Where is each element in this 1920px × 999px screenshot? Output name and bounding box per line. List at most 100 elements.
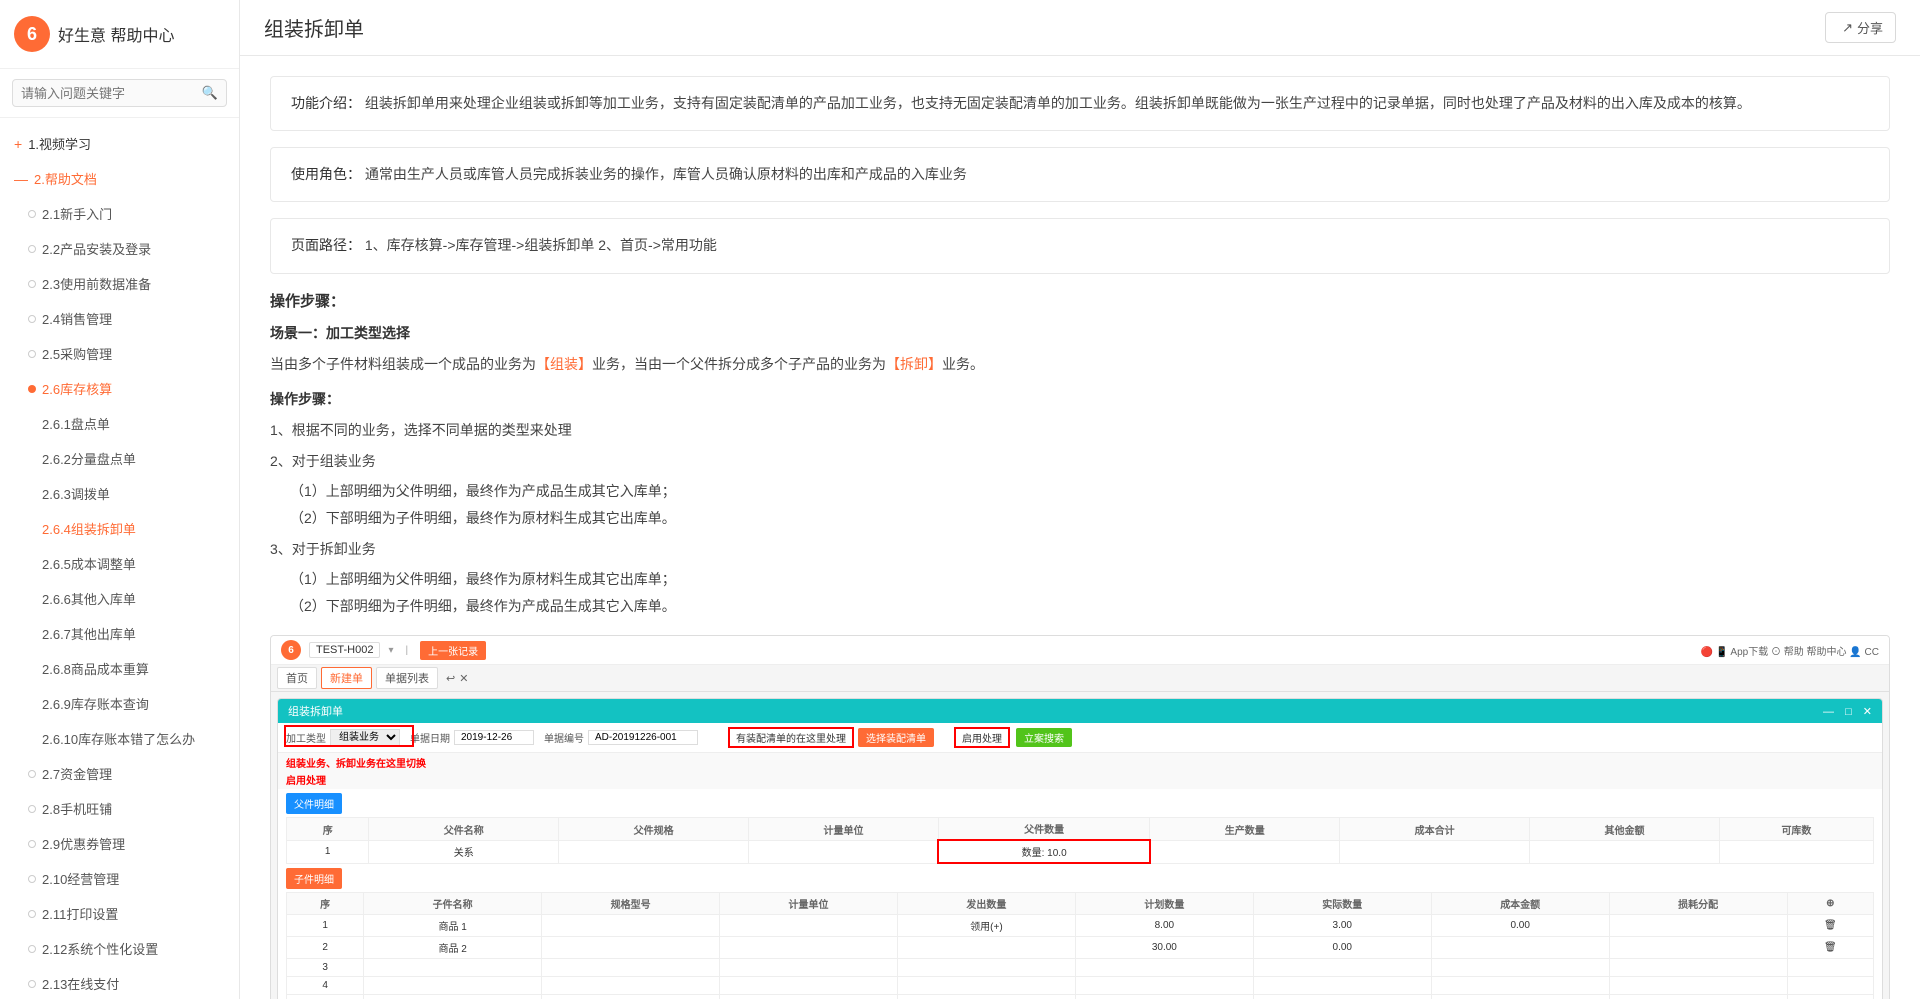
sidebar-item-2-11[interactable]: 2.11打印设置 xyxy=(0,896,239,931)
sidebar-item-2-6-10[interactable]: 2.6.10库存账本错了怎么办 xyxy=(0,721,239,756)
mock-docnum-input[interactable] xyxy=(588,730,698,745)
sidebar-item-2-6-8[interactable]: 2.6.8商品成本重算 xyxy=(0,651,239,686)
sidebar-item-2-6-9[interactable]: 2.6.9库存账本查询 xyxy=(0,686,239,721)
mock-child-col-10: ⊕ xyxy=(1787,893,1873,915)
nav-list: + 1.视频学习 — 2.帮助文档 2.1新手入门 2.2产品安装及登录 2.3… xyxy=(0,118,239,999)
mock-cell xyxy=(1253,977,1431,995)
mock-store-id: TEST-H002 xyxy=(309,642,380,658)
mock-close-icon[interactable]: ✕ xyxy=(459,672,468,685)
sidebar-item-2-1[interactable]: 2.1新手入门 xyxy=(0,196,239,231)
path-block: 页面路径： 1、库存核算->库存管理->组装拆卸单 2、首页->常用功能 xyxy=(270,218,1890,273)
mock-prev-btn[interactable]: 上一张记录 xyxy=(420,641,486,660)
mock-tab-home[interactable]: 首页 xyxy=(277,667,317,689)
sidebar-item-2-6-2[interactable]: 2.6.2分量盘点单 xyxy=(0,441,239,476)
mock-child-section: 子件明细 序 子件名称 规格型号 计量单位 发出数量 计划数量 xyxy=(278,864,1882,999)
mock-tab-new[interactable]: 新建单 xyxy=(321,667,372,689)
sidebar-item-videos[interactable]: + 1.视频学习 xyxy=(0,126,239,161)
mock-cell xyxy=(364,977,542,995)
sidebar-item-2-6-3[interactable]: 2.6.3调拨单 xyxy=(0,476,239,511)
sidebar-label: 2.7资金管理 xyxy=(42,764,112,783)
mock-cell: 1 xyxy=(287,915,364,937)
mock-cell: 30.00 xyxy=(1075,937,1253,959)
mock-cell xyxy=(1253,995,1431,999)
sidebar-item-2-6-4-active[interactable]: 2.6.4组装拆卸单 xyxy=(0,511,239,546)
mock-maximize-icon[interactable]: □ xyxy=(1845,706,1852,718)
sidebar-label: 2.13在线支付 xyxy=(42,974,119,993)
mock-cell xyxy=(1075,977,1253,995)
screenshot-container: 6 TEST-H002 ▾ | 上一张记录 🔴 📱 App下载 ⊙ 帮助 帮助中… xyxy=(270,635,1890,999)
search-box[interactable]: 🔍 xyxy=(12,79,227,107)
mock-inner-title-bar: 组装拆卸单 — □ ✕ xyxy=(278,699,1882,723)
content-area: 功能介绍： 组装拆卸单用来处理企业组装或拆卸等加工业务，支持有固定装配清单的产品… xyxy=(240,56,1920,999)
step2-sub2: （2）下部明细为子件明细，最终作为原材料生成其它出库单。 xyxy=(270,505,1890,532)
mock-cell xyxy=(1609,959,1787,977)
dot-icon xyxy=(28,945,36,953)
mock-undo-icon[interactable]: ↩ xyxy=(446,672,455,685)
mock-annotation-enable: 启用处理 xyxy=(286,772,326,787)
sidebar-item-2-6[interactable]: 2.6库存核算 xyxy=(0,371,239,406)
mock-cell xyxy=(364,959,542,977)
sidebar-item-2-10[interactable]: 2.10经营管理 xyxy=(0,861,239,896)
mock-has-config-box: 有装配清单的在这里处理 xyxy=(728,727,854,748)
search-input[interactable] xyxy=(21,86,202,101)
sidebar-item-2-13[interactable]: 2.13在线支付 xyxy=(0,966,239,999)
sidebar-label: 2.6.9库存账本查询 xyxy=(42,694,149,713)
mock-close-window-icon[interactable]: ✕ xyxy=(1863,706,1872,718)
sidebar-item-2-4[interactable]: 2.4销售管理 xyxy=(0,301,239,336)
mock-type-select[interactable]: 组装业务 拆卸业务 xyxy=(330,729,400,746)
func-intro-block: 功能介绍： 组装拆卸单用来处理企业组装或拆卸等加工业务，支持有固定装配清单的产品… xyxy=(270,76,1890,131)
sidebar-item-2-6-5[interactable]: 2.6.5成本调整单 xyxy=(0,546,239,581)
mock-cell: 3 xyxy=(287,959,364,977)
mock-cell: 领用(+) xyxy=(897,915,1075,937)
search-icon[interactable]: 🔍 xyxy=(202,85,218,101)
step1: 1、根据不同的业务，选择不同单据的类型来处理 xyxy=(270,417,1890,444)
mock-cell xyxy=(1609,977,1787,995)
mock-cell xyxy=(749,840,939,863)
share-button[interactable]: ↗ 分享 xyxy=(1825,12,1896,43)
mock-cell xyxy=(1150,840,1340,863)
sidebar-item-2-3[interactable]: 2.3使用前数据准备 xyxy=(0,266,239,301)
mock-cell xyxy=(897,937,1075,959)
mock-date-input[interactable] xyxy=(454,730,534,745)
sidebar-item-docs[interactable]: — 2.帮助文档 xyxy=(0,161,239,196)
sidebar-item-2-5[interactable]: 2.5采购管理 xyxy=(0,336,239,371)
logo-area: 6 好生意 帮助中心 xyxy=(0,0,239,69)
mock-confirm-btn[interactable]: 立案搜索 xyxy=(1016,728,1072,747)
mock-cell xyxy=(1719,840,1873,863)
mock-cell: 商品 2 xyxy=(364,937,542,959)
mock-select-config-btn[interactable]: 选择装配清单 xyxy=(858,728,934,747)
mock-cell: 关系 xyxy=(369,840,559,863)
highlight-disassemble: 【拆卸】 xyxy=(886,356,942,372)
mock-child-table: 序 子件名称 规格型号 计量单位 发出数量 计划数量 实际数量 成本金额 损耗分… xyxy=(286,892,1874,999)
mock-inner-window: 组装拆卸单 — □ ✕ 加工类型 组装业务 拆卸 xyxy=(277,698,1883,999)
mock-cell xyxy=(1431,937,1609,959)
sidebar-item-2-2[interactable]: 2.2产品安装及登录 xyxy=(0,231,239,266)
dot-icon xyxy=(28,245,36,253)
sidebar-item-2-8[interactable]: 2.8手机旺铺 xyxy=(0,791,239,826)
mock-cell: 0.00 xyxy=(1253,937,1431,959)
sidebar-item-2-7[interactable]: 2.7资金管理 xyxy=(0,756,239,791)
scene1-steps-title: 操作步骤： xyxy=(270,389,1890,409)
sidebar-label: 2.6库存核算 xyxy=(42,379,112,398)
role-block: 使用角色： 通常由生产人员或库管人员完成拆装业务的操作，库管人员确认原材料的出库… xyxy=(270,147,1890,202)
share-label: 分享 xyxy=(1857,18,1883,37)
step2-sub1: （1）上部明细为父件明细，最终作为产成品生成其它入库单； xyxy=(270,478,1890,505)
mock-child-col-3: 规格型号 xyxy=(542,893,720,915)
mock-tab-list[interactable]: 单据列表 xyxy=(376,667,438,689)
dot-icon xyxy=(28,840,36,848)
mock-cell: 🗑 xyxy=(1787,915,1873,937)
mock-child-col-7: 实际数量 xyxy=(1253,893,1431,915)
table-row: 5 xyxy=(287,995,1874,999)
sidebar-item-2-12[interactable]: 2.12系统个性化设置 xyxy=(0,931,239,966)
minus-icon: — xyxy=(14,171,28,187)
sidebar-item-2-9[interactable]: 2.9优惠券管理 xyxy=(0,826,239,861)
table-row: 1 关系 数量: 10.0 xyxy=(287,840,1874,863)
mock-window-actions: — □ ✕ xyxy=(1815,705,1872,718)
sidebar-label: 2.6.2分量盘点单 xyxy=(42,449,136,468)
mock-minimize-icon[interactable]: — xyxy=(1823,706,1834,718)
mock-date-label: 单据日期 xyxy=(410,730,450,745)
sidebar-item-2-6-7[interactable]: 2.6.7其他出库单 xyxy=(0,616,239,651)
sidebar-item-2-6-6[interactable]: 2.6.6其他入库单 xyxy=(0,581,239,616)
mock-app-icons: 🔴 📱 App下载 ⊙ 帮助 帮助中心 👤 CC xyxy=(1701,643,1880,658)
sidebar-item-2-6-1[interactable]: 2.6.1盘点单 xyxy=(0,406,239,441)
